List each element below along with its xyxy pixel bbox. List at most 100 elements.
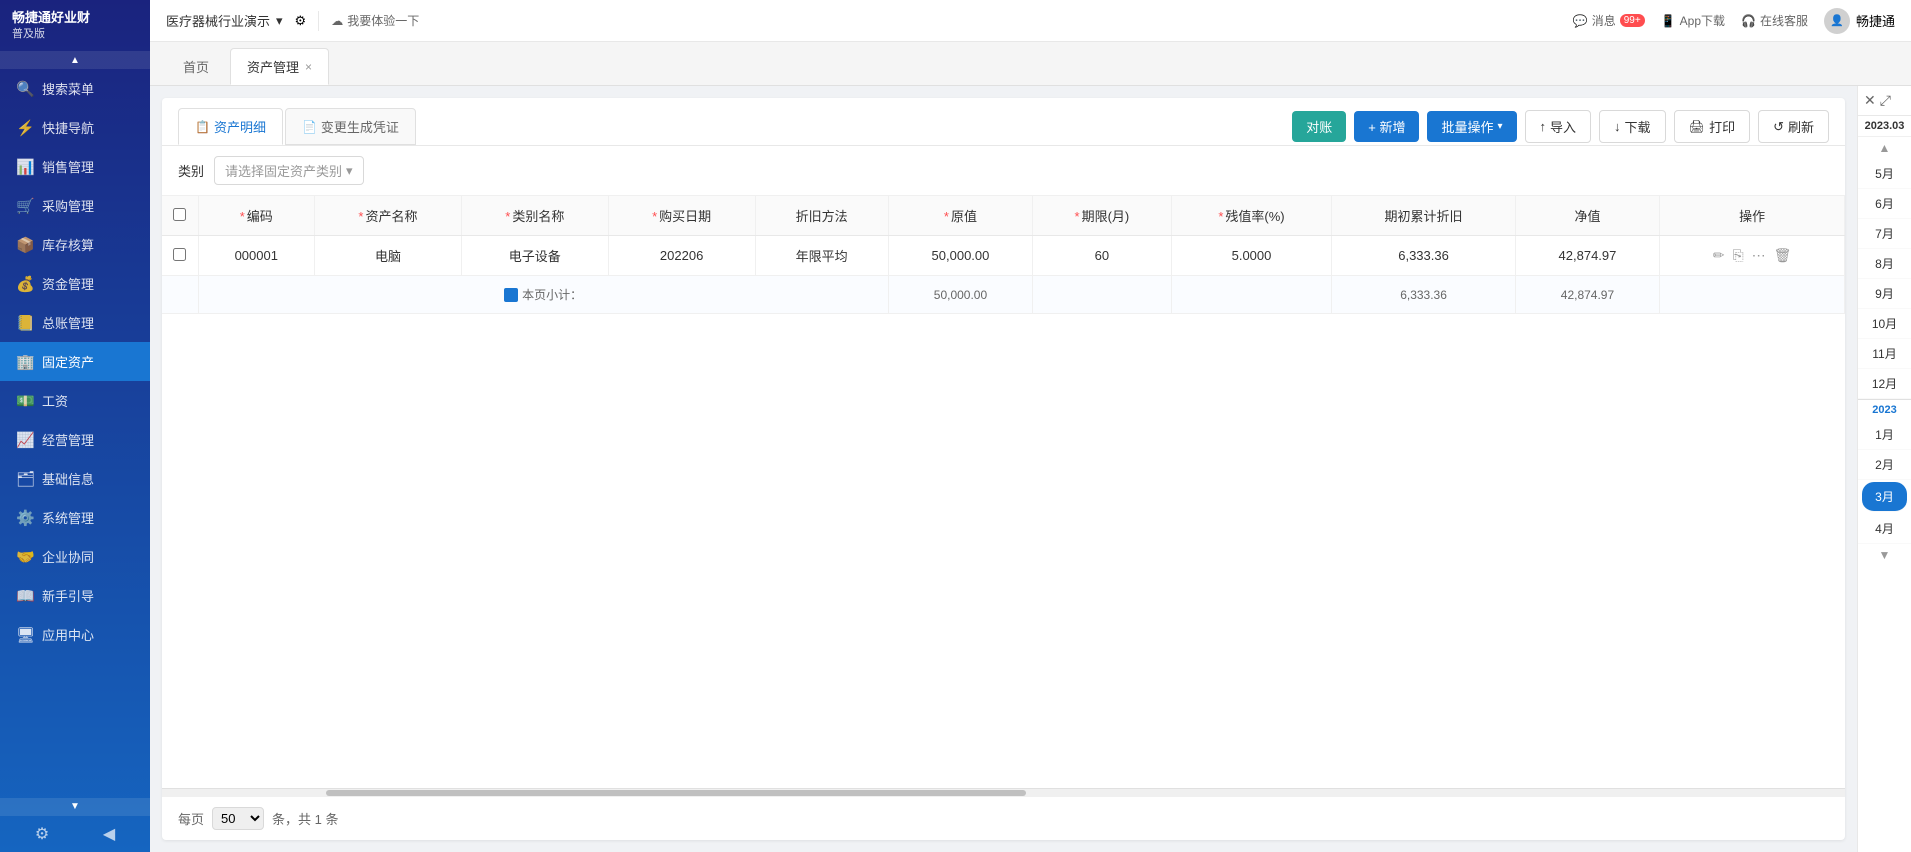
sidebar-item-basic-info[interactable]: 🗂 基础信息 (0, 459, 150, 498)
month-11[interactable]: 11月 (1858, 339, 1911, 369)
batch-button[interactable]: 批量操作 ▾ (1427, 111, 1516, 142)
select-all-checkbox[interactable] (173, 208, 186, 221)
row-checkbox-cell[interactable] (162, 236, 198, 276)
tabbar: 首页 资产管理 × (150, 42, 1911, 86)
col-depreciation-method: 折旧方法 (755, 196, 888, 236)
sub-tab-change-voucher[interactable]: 📄 变更生成凭证 (285, 108, 416, 145)
filter-label: 类别 (178, 161, 204, 180)
sidebar-item-fixed-assets[interactable]: 🏢 固定资产 (0, 342, 150, 381)
calendar-section: ▲ 5月 6月 7月 8月 9月 10月 11月 12月 2023 1月 2月 … (1858, 137, 1911, 852)
new-button[interactable]: + 新增 (1354, 111, 1419, 142)
row-category: 电子设备 (461, 236, 608, 276)
month-2[interactable]: 2月 (1858, 450, 1911, 480)
reconcile-button[interactable]: 对账 (1292, 111, 1346, 142)
sidebar-item-operations[interactable]: 📈 经营管理 (0, 420, 150, 459)
sidebar-item-label: 快捷导航 (42, 118, 94, 137)
month-5[interactable]: 5月 (1858, 159, 1911, 189)
batch-dropdown-icon: ▾ (1497, 121, 1502, 132)
online-service-btn[interactable]: 🎧 在线客服 (1741, 12, 1808, 29)
month-4[interactable]: 4月 (1858, 514, 1911, 544)
expand-panel-icon[interactable]: ⤢ (1880, 92, 1891, 109)
sidebar-item-enterprise[interactable]: 🤝 企业协同 (0, 537, 150, 576)
sidebar-item-search[interactable]: 🔍 搜索菜单 (0, 69, 150, 108)
row-name: 电脑 (315, 236, 462, 276)
category-filter[interactable]: 请选择固定资产类别 ▾ (214, 156, 364, 185)
sidebar-item-sales[interactable]: 📊 销售管理 (0, 147, 150, 186)
month-6[interactable]: 6月 (1858, 189, 1911, 219)
sidebar-item-label: 资金管理 (42, 274, 94, 293)
user-menu[interactable]: 👤 畅捷通 (1824, 8, 1895, 34)
tab-home[interactable]: 首页 (166, 48, 226, 85)
experience-btn[interactable]: ☁ 我要体验一下 (331, 12, 419, 29)
import-button[interactable]: ↑ 导入 (1525, 110, 1592, 143)
collapse-icon[interactable]: ◀ (103, 824, 115, 844)
sidebar-scroll-up[interactable]: ▲ (0, 52, 150, 69)
download-button[interactable]: ↓ 下载 (1599, 110, 1666, 143)
download-icon: 📱 (1661, 14, 1676, 28)
more-icon[interactable]: ⋯ (1752, 247, 1766, 264)
sub-tabs: 📋 资产明细 📄 变更生成凭证 对账 + 新增 批量操作 ▾ ↑ (162, 98, 1845, 146)
app-edition: 普及版 (12, 27, 138, 41)
sidebar-item-funds[interactable]: 💰 资金管理 (0, 264, 150, 303)
sidebar-item-guide[interactable]: 📖 新手引导 (0, 576, 150, 615)
horizontal-scrollbar[interactable] (162, 788, 1845, 796)
subtotal-accumulated-depreciation: 6,333.36 (1332, 276, 1515, 314)
topbar-divider (318, 11, 319, 31)
refresh-icon: ↺ (1773, 119, 1784, 135)
col-residual-rate: *残值率(%) (1171, 196, 1332, 236)
category-filter-placeholder: 请选择固定资产类别 (225, 161, 342, 180)
guide-icon: 📖 (16, 587, 34, 605)
sidebar-item-payroll[interactable]: 💵 工资 (0, 381, 150, 420)
month-12[interactable]: 12月 (1858, 369, 1911, 399)
sub-tab-asset-detail[interactable]: 📋 资产明细 (178, 108, 283, 145)
delete-icon[interactable]: 🗑 (1774, 247, 1792, 264)
select-all-header[interactable] (162, 196, 198, 236)
sidebar-item-purchase[interactable]: 🛒 采购管理 (0, 186, 150, 225)
row-checkbox[interactable] (173, 248, 186, 261)
app-download-label: App下载 (1680, 12, 1725, 29)
sidebar-item-system[interactable]: ⚙️ 系统管理 (0, 498, 150, 537)
subtotal-label-cell: 本页小计： (198, 276, 888, 314)
sidebar-item-label: 经营管理 (42, 430, 94, 449)
sales-icon: 📊 (16, 158, 34, 176)
month-9[interactable]: 9月 (1858, 279, 1911, 309)
gear-icon[interactable]: ⚙ (295, 13, 307, 29)
sub-tab-asset-detail-label: 资产明细 (214, 117, 266, 136)
month-3-current[interactable]: 3月 (1862, 482, 1907, 512)
month-10[interactable]: 10月 (1858, 309, 1911, 339)
app-download-btn[interactable]: 📱 App下载 (1661, 12, 1725, 29)
tab-asset-management[interactable]: 资产管理 × (230, 48, 329, 85)
copy-icon[interactable]: ⎘ (1732, 247, 1743, 264)
sidebar-item-label: 总账管理 (42, 313, 94, 332)
calendar-scroll-up[interactable]: ▲ (1858, 137, 1911, 159)
edit-icon[interactable]: ✏ (1713, 247, 1725, 264)
col-action: 操作 (1660, 196, 1845, 236)
scroll-thumb[interactable] (326, 790, 1026, 796)
month-7[interactable]: 7月 (1858, 219, 1911, 249)
month-8[interactable]: 8月 (1858, 249, 1911, 279)
tab-home-label: 首页 (183, 60, 209, 75)
company-selector[interactable]: 医疗器械行业演示 ▾ (166, 11, 283, 30)
sidebar-item-quick-nav[interactable]: ⚡ 快捷导航 (0, 108, 150, 147)
print-button[interactable]: 🖨 打印 (1674, 110, 1751, 143)
per-page-select[interactable]: 50 100 (212, 807, 264, 830)
month-1[interactable]: 1月 (1858, 420, 1911, 450)
sub-tab-change-voucher-label: 变更生成凭证 (321, 117, 399, 136)
message-btn[interactable]: 💬 消息 99+ (1573, 12, 1645, 29)
sidebar-item-label: 基础信息 (42, 469, 94, 488)
sidebar-scroll-down[interactable]: ▼ (0, 798, 150, 815)
app-logo: 畅捷通好业财 普及版 (0, 0, 150, 52)
search-icon: 🔍 (16, 80, 34, 98)
close-panel-icon[interactable]: ✕ (1864, 92, 1876, 109)
sidebar-item-inventory[interactable]: 📦 库存核算 (0, 225, 150, 264)
tab-close-icon[interactable]: × (305, 61, 312, 73)
sidebar-item-ledger[interactable]: 📒 总账管理 (0, 303, 150, 342)
settings-icon[interactable]: ⚙ (35, 824, 49, 844)
refresh-button[interactable]: ↺ 刷新 (1758, 110, 1829, 143)
username: 畅捷通 (1856, 11, 1895, 30)
col-accumulated-depreciation: 期初累计折旧 (1332, 196, 1515, 236)
sidebar-item-label: 应用中心 (42, 625, 94, 644)
calendar-scroll-down[interactable]: ▼ (1858, 544, 1911, 566)
sidebar-item-app-center[interactable]: 🖥 应用中心 (0, 615, 150, 654)
col-category: *类别名称 (461, 196, 608, 236)
